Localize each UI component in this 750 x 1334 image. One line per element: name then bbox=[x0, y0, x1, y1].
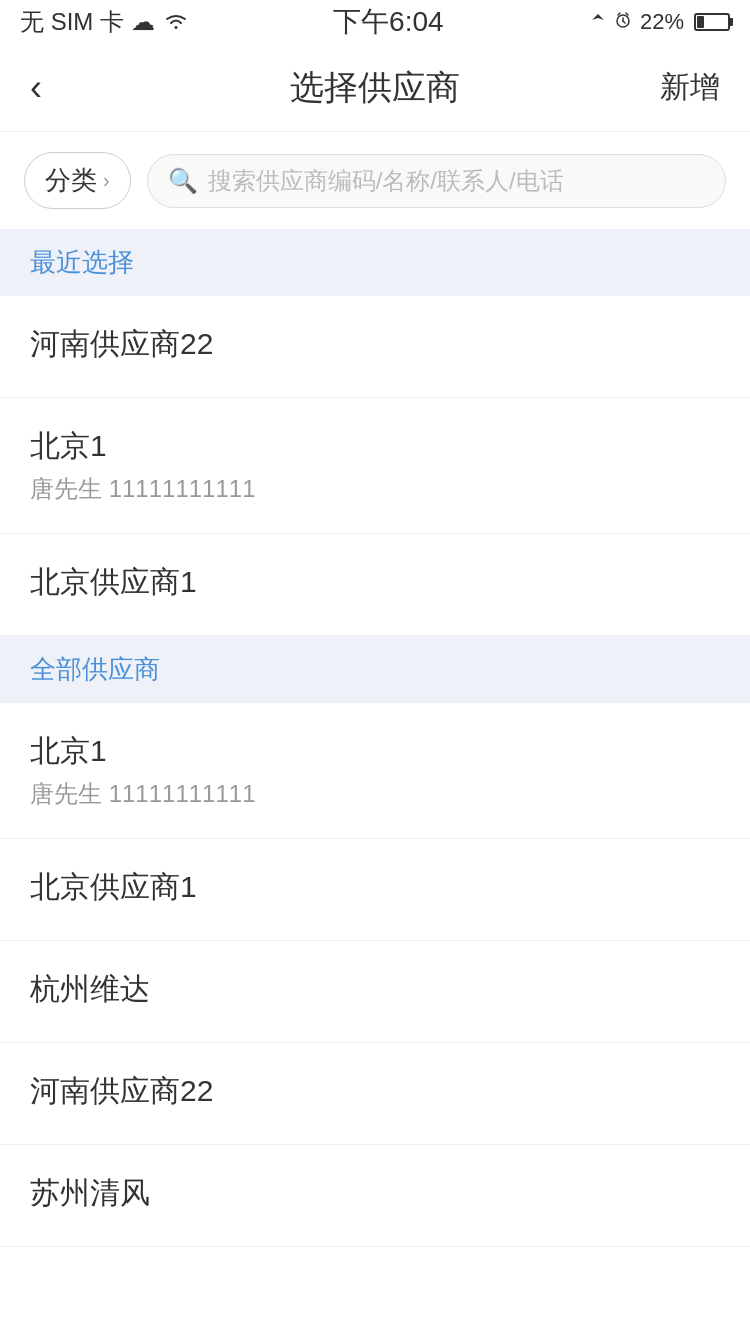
all-list-item[interactable]: 苏州清风 bbox=[0, 1145, 750, 1247]
recent-list-item[interactable]: 北京供应商1 bbox=[0, 534, 750, 636]
item-name: 北京供应商1 bbox=[30, 562, 720, 603]
no-sim-label: 无 SIM 卡 ☁ bbox=[20, 6, 155, 38]
item-name: 杭州维达 bbox=[30, 969, 720, 1010]
all-list-item[interactable]: 河南供应商22 bbox=[0, 1043, 750, 1145]
all-list-item[interactable]: 北京供应商1 bbox=[0, 839, 750, 941]
add-button[interactable]: 新增 bbox=[660, 67, 720, 108]
item-name: 河南供应商22 bbox=[30, 1071, 720, 1112]
search-icon: 🔍 bbox=[168, 167, 198, 195]
wifi-icon bbox=[165, 8, 187, 36]
status-right: 22% bbox=[590, 9, 730, 35]
alarm-icon bbox=[614, 9, 632, 35]
item-sub: 唐先生 11111111111 bbox=[30, 473, 720, 505]
category-label: 分类 bbox=[45, 163, 97, 198]
page-title: 选择供应商 bbox=[290, 65, 460, 111]
battery-percent: 22% bbox=[640, 9, 684, 35]
status-bar: 无 SIM 卡 ☁ 下午6:04 22% bbox=[0, 0, 750, 44]
recent-section-header: 最近选择 bbox=[0, 229, 750, 296]
all-list-item[interactable]: 杭州维达 bbox=[0, 941, 750, 1043]
all-section-header: 全部供应商 bbox=[0, 636, 750, 703]
search-box[interactable]: 🔍 搜索供应商编码/名称/联系人/电话 bbox=[147, 154, 726, 208]
status-time: 下午6:04 bbox=[333, 3, 444, 41]
item-name: 苏州清风 bbox=[30, 1173, 720, 1214]
chevron-right-icon: › bbox=[103, 169, 110, 192]
item-name: 河南供应商22 bbox=[30, 324, 720, 365]
nav-bar: ‹ 选择供应商 新增 bbox=[0, 44, 750, 132]
filter-bar: 分类 › 🔍 搜索供应商编码/名称/联系人/电话 bbox=[0, 132, 750, 229]
recent-list-item[interactable]: 北京1 唐先生 11111111111 bbox=[0, 398, 750, 534]
all-list-item[interactable]: 北京1 唐先生 11111111111 bbox=[0, 703, 750, 839]
battery-icon bbox=[694, 13, 730, 31]
item-name: 北京1 bbox=[30, 731, 720, 772]
search-placeholder: 搜索供应商编码/名称/联系人/电话 bbox=[208, 165, 564, 197]
category-button[interactable]: 分类 › bbox=[24, 152, 131, 209]
item-name: 北京供应商1 bbox=[30, 867, 720, 908]
item-name: 北京1 bbox=[30, 426, 720, 467]
recent-items-list: 河南供应商22 北京1 唐先生 11111111111 北京供应商1 bbox=[0, 296, 750, 636]
svg-line-2 bbox=[623, 21, 625, 23]
recent-list-item[interactable]: 河南供应商22 bbox=[0, 296, 750, 398]
back-button[interactable]: ‹ bbox=[30, 67, 90, 109]
location-icon bbox=[590, 9, 606, 35]
item-sub: 唐先生 11111111111 bbox=[30, 778, 720, 810]
all-items-list: 北京1 唐先生 11111111111 北京供应商1 杭州维达河南供应商22 苏州清风 bbox=[0, 703, 750, 1247]
status-left: 无 SIM 卡 ☁ bbox=[20, 6, 187, 38]
